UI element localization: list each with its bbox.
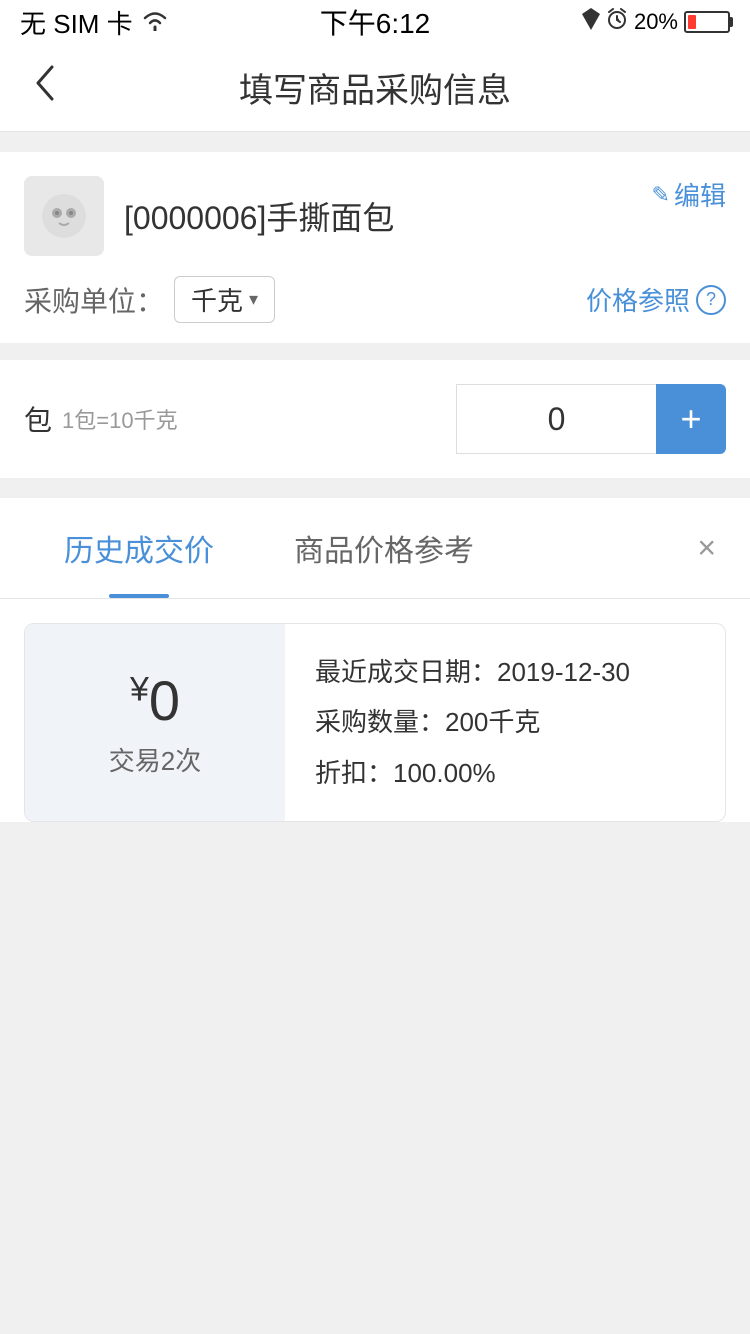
unit-value: 千克	[191, 281, 243, 318]
status-bar: 无 SIM 卡 下午6:12 20%	[0, 0, 750, 44]
discount-row: 折扣：100.00%	[315, 755, 695, 791]
status-right: 20%	[582, 8, 730, 36]
battery-icon	[684, 11, 730, 33]
quantity-row: 包 1包=10千克 0 +	[0, 359, 750, 478]
edit-icon: ✎	[652, 182, 670, 208]
quantity-plus-button[interactable]: +	[656, 384, 726, 454]
back-button[interactable]	[24, 55, 66, 120]
unit-label: 采购单位： 千克 ▾	[24, 276, 275, 323]
page-title: 填写商品采购信息	[239, 63, 511, 112]
quantity-label: 采购数量：	[315, 707, 445, 737]
tabs-close-button[interactable]: ×	[687, 520, 726, 577]
dropdown-arrow-icon: ▾	[249, 289, 258, 310]
recent-date-row: 最近成交日期：2019-12-30	[315, 654, 695, 690]
unit-dropdown[interactable]: 千克 ▾	[174, 276, 275, 323]
price-ref-label: 价格参照	[586, 281, 690, 318]
product-left: [0000006]手撕面包	[24, 176, 394, 256]
history-price-panel: ¥0 交易2次	[25, 624, 285, 821]
history-details: 最近成交日期：2019-12-30 采购数量：200千克 折扣：100.00%	[285, 624, 725, 821]
tabs-section: 历史成交价 商品价格参考 × ¥0 交易2次 最近成交日期：2019-12-30…	[0, 498, 750, 822]
product-card: [0000006]手撕面包 ✎ 编辑 采购单位： 千克 ▾ 价格参照 ?	[0, 152, 750, 343]
tab-reference[interactable]: 商品价格参考	[254, 498, 514, 598]
status-time: 下午6:12	[320, 2, 431, 42]
quantity-value: 200千克	[445, 707, 540, 737]
product-name: [0000006]手撕面包	[124, 193, 394, 239]
location-icon	[582, 8, 600, 36]
recent-date-value: 2019-12-30	[497, 657, 630, 687]
product-header: [0000006]手撕面包 ✎ 编辑	[24, 176, 726, 256]
tabs-header: 历史成交价 商品价格参考 ×	[0, 498, 750, 599]
discount-value: 100.00%	[393, 758, 496, 788]
quantity-controls: 0 +	[456, 384, 726, 454]
alarm-icon	[606, 8, 628, 36]
product-thumbnail	[24, 176, 104, 256]
wifi-icon	[141, 7, 169, 38]
battery-percent: 20%	[634, 9, 678, 35]
currency-symbol: ¥	[130, 670, 149, 708]
tab-history[interactable]: 历史成交价	[24, 498, 254, 598]
nav-bar: 填写商品采购信息	[0, 44, 750, 132]
edit-button[interactable]: ✎ 编辑	[652, 176, 726, 213]
recent-date-label: 最近成交日期：	[315, 657, 497, 687]
history-trades: 交易2次	[109, 741, 201, 778]
history-card: ¥0 交易2次 最近成交日期：2019-12-30 采购数量：200千克 折扣：…	[24, 623, 726, 822]
status-left: 无 SIM 卡	[20, 4, 169, 41]
price-ref-button[interactable]: 价格参照 ?	[586, 281, 726, 318]
purchase-quantity-row: 采购数量：200千克	[315, 704, 695, 740]
section-divider	[0, 478, 750, 488]
carrier-text: 无 SIM 卡	[20, 4, 133, 41]
discount-label: 折扣：	[315, 758, 393, 788]
price-ref-icon: ?	[696, 285, 726, 315]
quantity-unit-name: 包	[24, 399, 52, 439]
product-unit-row: 采购单位： 千克 ▾ 价格参照 ?	[24, 276, 726, 323]
quantity-unit-info: 包 1包=10千克	[24, 399, 178, 439]
quantity-input[interactable]: 0	[456, 384, 656, 454]
quantity-unit-conversion: 1包=10千克	[62, 403, 178, 435]
history-price-value: ¥0	[130, 668, 180, 733]
